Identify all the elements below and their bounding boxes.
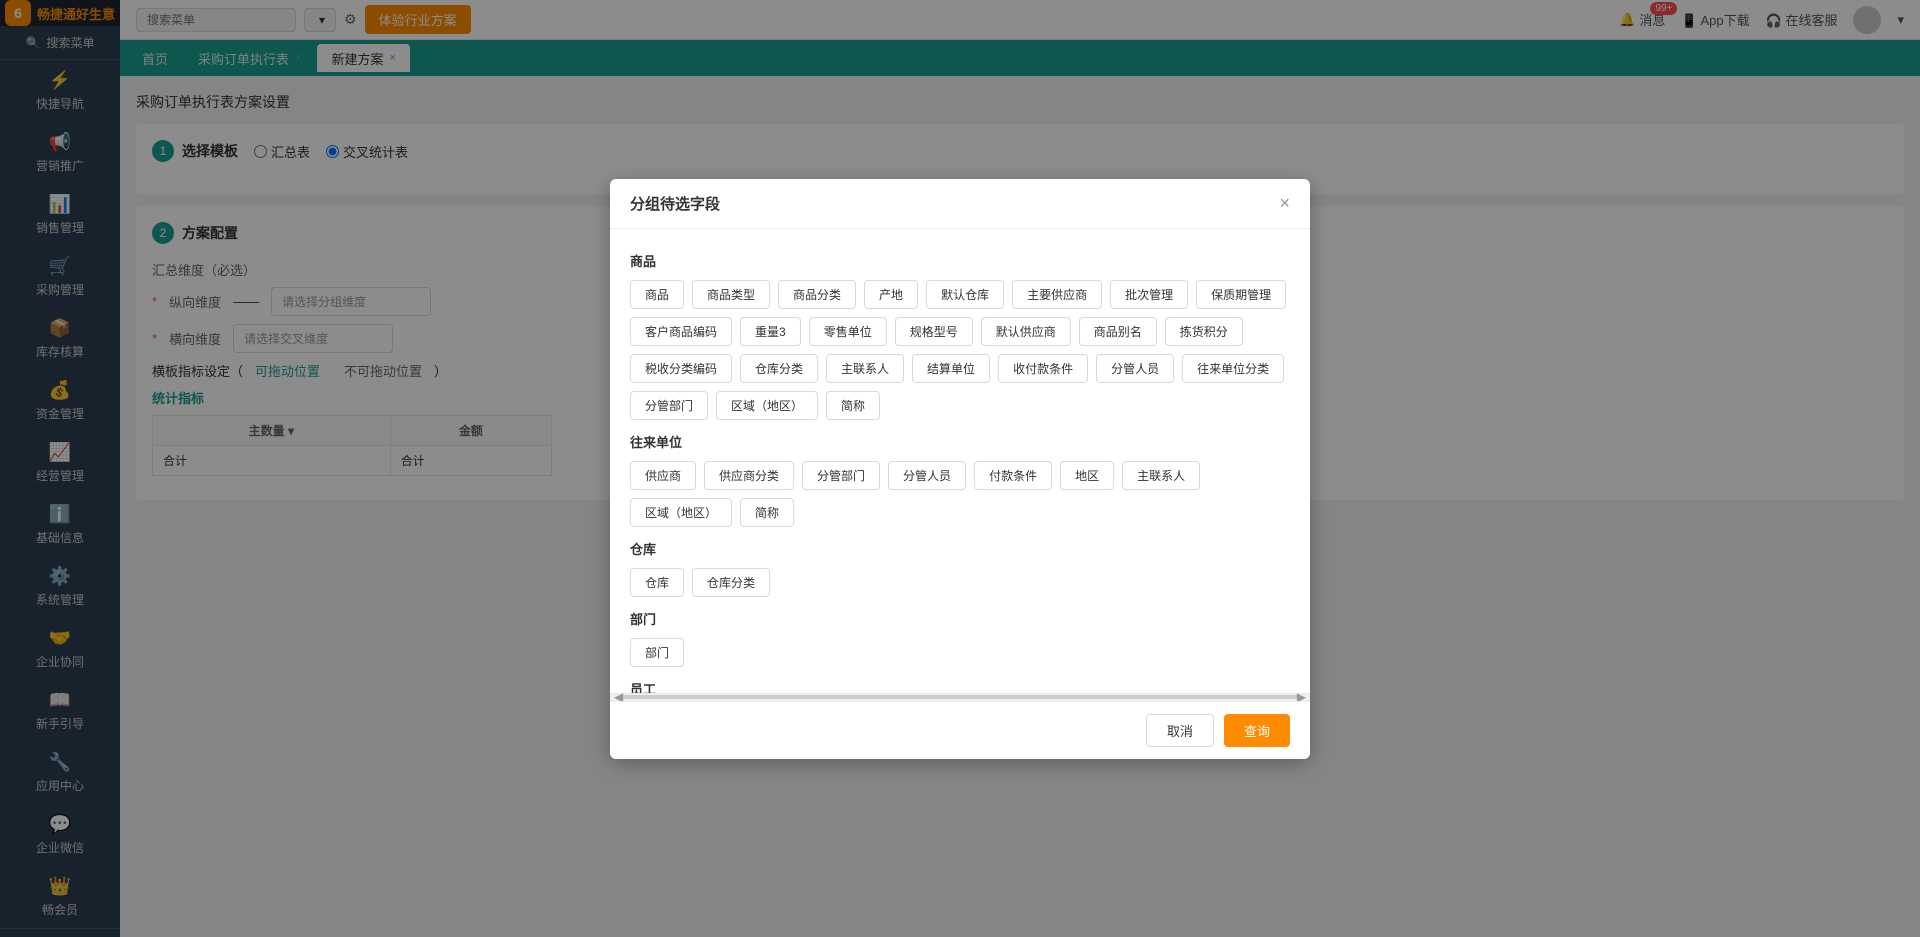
field-group-product: 商品 商品 商品类型 商品分类 产地 默认仓库 主要供应商 批次管理 保质期管理… [630,251,1290,420]
field-tag-supervisor[interactable]: 分管人员 [1096,354,1174,383]
field-group-warehouse: 仓库 仓库 仓库分类 [630,539,1290,597]
field-tag-expiry-mgmt[interactable]: 保质期管理 [1196,280,1286,309]
field-tag-main-contact[interactable]: 主联系人 [826,354,904,383]
field-tag-supplier-category[interactable]: 供应商分类 [704,461,794,490]
field-tag-product[interactable]: 商品 [630,280,684,309]
field-tag-warehouse[interactable]: 仓库 [630,568,684,597]
modal-body: 商品 商品 商品类型 商品分类 产地 默认仓库 主要供应商 批次管理 保质期管理… [610,229,1310,693]
modal-header: 分组待选字段 × [610,179,1310,229]
field-tag-payment-condition[interactable]: 付款条件 [974,461,1052,490]
field-tag-product-category[interactable]: 商品分类 [778,280,856,309]
group-title-warehouse: 仓库 [630,539,1290,558]
group-title-dept: 部门 [630,609,1290,628]
modal-title: 分组待选字段 [630,193,720,214]
field-tag-supplier[interactable]: 供应商 [630,461,696,490]
field-tag-dept-supervisor[interactable]: 分管部门 [630,391,708,420]
modal-confirm-button[interactable]: 查询 [1224,714,1290,747]
modal-footer: 取消 查询 [610,701,1310,759]
field-tags-counterpart: 供应商 供应商分类 分管部门 分管人员 付款条件 地区 主联系人 区域（地区） … [630,461,1290,527]
field-tag-supervisor2[interactable]: 分管人员 [888,461,966,490]
field-tag-tax-code[interactable]: 税收分类编码 [630,354,732,383]
field-tags-product: 商品 商品类型 商品分类 产地 默认仓库 主要供应商 批次管理 保质期管理 客户… [630,280,1290,420]
field-tag-spec-model[interactable]: 规格型号 [895,317,973,346]
modal-close-button[interactable]: × [1279,193,1290,214]
modal-cancel-button[interactable]: 取消 [1146,714,1214,747]
field-tags-warehouse: 仓库 仓库分类 [630,568,1290,597]
field-tag-settlement-unit[interactable]: 结算单位 [912,354,990,383]
field-tag-dept[interactable]: 部门 [630,638,684,667]
field-tag-warehouse-category[interactable]: 仓库分类 [740,354,818,383]
field-tags-dept: 部门 [630,638,1290,667]
field-tag-warehouse-cat[interactable]: 仓库分类 [692,568,770,597]
group-title-staff: 员工 [630,679,1290,693]
field-tag-abbr2[interactable]: 简称 [740,498,794,527]
field-tag-abbr[interactable]: 简称 [826,391,880,420]
field-tag-area-region[interactable]: 区域（地区） [630,498,732,527]
group-title-product: 商品 [630,251,1290,270]
field-tag-pick-points[interactable]: 拣货积分 [1165,317,1243,346]
field-tag-region[interactable]: 区域（地区） [716,391,818,420]
field-tag-dept-supervisor2[interactable]: 分管部门 [802,461,880,490]
field-tag-origin[interactable]: 产地 [864,280,918,309]
field-tag-product-alias[interactable]: 商品别名 [1079,317,1157,346]
field-tag-default-supplier[interactable]: 默认供应商 [981,317,1071,346]
field-tag-payment-terms[interactable]: 收付款条件 [998,354,1088,383]
modal-horizontal-scrollbar[interactable]: ◀ ▶ [610,693,1310,701]
field-group-staff: 员工 业务员 [630,679,1290,693]
field-tag-product-type[interactable]: 商品类型 [692,280,770,309]
field-tag-customer-product-code[interactable]: 客户商品编码 [630,317,732,346]
field-tag-main-contact2[interactable]: 主联系人 [1122,461,1200,490]
field-tag-region2[interactable]: 地区 [1060,461,1114,490]
field-tag-weight3[interactable]: 重量3 [740,317,801,346]
field-tag-retail-unit[interactable]: 零售单位 [809,317,887,346]
field-tag-main-supplier[interactable]: 主要供应商 [1012,280,1102,309]
field-group-dept: 部门 部门 [630,609,1290,667]
group-title-counterpart: 往来单位 [630,432,1290,451]
field-tag-default-warehouse[interactable]: 默认仓库 [926,280,1004,309]
field-tag-batch-mgmt[interactable]: 批次管理 [1110,280,1188,309]
field-tag-counterpart-category[interactable]: 往来单位分类 [1182,354,1284,383]
scroll-thumb[interactable] [623,695,1297,699]
field-group-counterpart: 往来单位 供应商 供应商分类 分管部门 分管人员 付款条件 地区 主联系人 区域… [630,432,1290,527]
field-select-modal: 分组待选字段 × 商品 商品 商品类型 商品分类 产地 默认仓库 主要供应商 批… [610,179,1310,759]
